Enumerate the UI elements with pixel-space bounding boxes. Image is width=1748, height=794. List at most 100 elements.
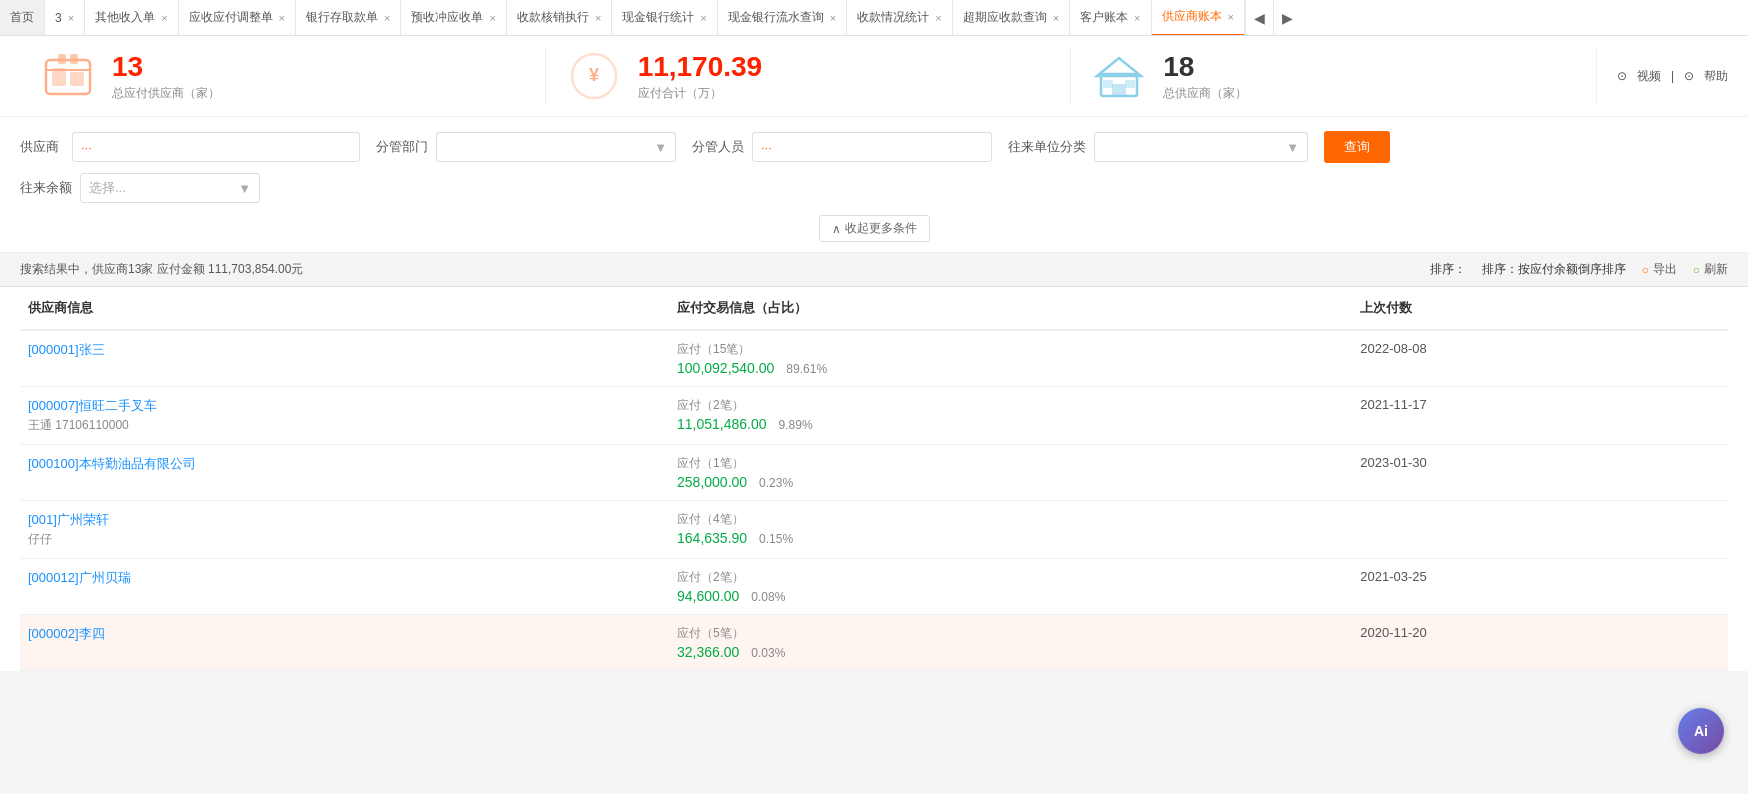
sort-value[interactable]: 排序：按应付余额倒序排序 (1482, 261, 1626, 278)
nav-prev-arrow[interactable]: ◀ (1245, 0, 1273, 36)
nav-tab-colstat-close[interactable]: × (935, 12, 941, 24)
nav-tab-bank[interactable]: 银行存取款单 × (296, 0, 401, 36)
help-link[interactable]: 帮助 (1704, 68, 1728, 85)
export-button[interactable]: ○ 导出 (1642, 261, 1677, 278)
svg-rect-4 (58, 54, 66, 64)
result-summary-text: 搜索结果中，供应商13家 应付金额 111,703,854.00元 (20, 261, 303, 278)
summary-text-total: 18 总供应商（家） (1163, 50, 1247, 103)
nav-tab-supplier-label: 供应商账本 (1162, 8, 1222, 25)
tx-amount-5[interactable]: 32,366.00 (677, 644, 739, 660)
nav-tab-overdue[interactable]: 超期应收款查询 × (953, 0, 1070, 36)
nav-tab-prepay[interactable]: 预收冲应收单 × (401, 0, 506, 36)
nav-tab-home[interactable]: 首页 (0, 0, 45, 36)
nav-tab-cashstat[interactable]: 现金银行统计 × (612, 0, 717, 36)
nav-tab-bank-close[interactable]: × (384, 12, 390, 24)
supplier-cell-0: [000001]张三 (20, 330, 669, 387)
table-header: 供应商信息 应付交易信息（占比） 上次付数 (20, 287, 1728, 330)
search-button[interactable]: 查询 (1324, 131, 1390, 163)
total-payable-amount-num: 11,170.39 (638, 50, 763, 84)
video-link[interactable]: 视频 (1637, 68, 1661, 85)
svg-text:¥: ¥ (589, 65, 599, 85)
nav-tab-customer[interactable]: 客户账本 × (1070, 0, 1151, 36)
person-input[interactable]: ··· (752, 132, 992, 162)
category-label: 往来单位分类 (1008, 138, 1086, 156)
nav-tab-supplier-close[interactable]: × (1228, 11, 1234, 23)
filter-area: 供应商 ··· 分管部门 ▼ 分管人员 ··· 往来单位分类 ▼ (0, 117, 1748, 253)
refresh-button[interactable]: ○ 刷新 (1693, 261, 1728, 278)
nav-tab-cashflow[interactable]: 现金银行流水查询 × (718, 0, 847, 36)
top-right-links: ⊙ 视频 | ⊙ 帮助 (1597, 68, 1728, 85)
balance-select[interactable]: 选择... ▼ (80, 173, 260, 203)
tx-label-5: 应付（5笔） (677, 625, 1344, 642)
supplier-link-3[interactable]: [001]广州荣轩 (28, 512, 109, 527)
top-navigation: 首页 3 × 其他收入单 × 应收应付调整单 × 银行存取款单 × 预收冲应收单… (0, 0, 1748, 36)
nav-tab-cashstat-close[interactable]: × (700, 12, 706, 24)
nav-tab-adjust-label: 应收应付调整单 (189, 9, 273, 26)
nav-tab-3-close[interactable]: × (68, 12, 74, 24)
nav-tab-3-label: 3 (55, 11, 62, 25)
filter-row-1: 供应商 ··· 分管部门 ▼ 分管人员 ··· 往来单位分类 ▼ (20, 131, 1728, 163)
nav-tab-home-label: 首页 (10, 9, 34, 26)
supplier-cell-4: [000012]广州贝瑞 (20, 559, 669, 615)
collapse-button[interactable]: ∧ 收起更多条件 (819, 215, 930, 242)
filter-balance: 往来余额 选择... ▼ (20, 173, 260, 203)
nav-tab-colstat-label: 收款情况统计 (857, 9, 929, 26)
nav-tab-collection[interactable]: 收款核销执行 × (507, 0, 612, 36)
table-body: [000001]张三 应付（15笔）100,092,540.0089.61% 202… (20, 330, 1728, 671)
total-suppliers-num: 18 (1163, 50, 1247, 84)
tx-pct-5: 0.03% (751, 646, 785, 660)
filter-category: 往来单位分类 ▼ (1008, 132, 1308, 162)
table-row: [000001]张三应付（15笔）100,092,540.0089.61%202… (20, 330, 1728, 387)
nav-tab-adjust-close[interactable]: × (279, 12, 285, 24)
nav-tab-prepay-close[interactable]: × (489, 12, 495, 24)
collapse-up-icon: ∧ (832, 222, 841, 236)
nav-tab-overdue-close[interactable]: × (1053, 12, 1059, 24)
supplier-link-1[interactable]: [000007]恒旺二手叉车 (28, 398, 157, 413)
supplier-link-0[interactable]: [000001]张三 (28, 342, 105, 357)
tx-cell-5: 应付（5笔） 32,366.00 0.03% (669, 615, 1352, 671)
tx-cell-2: 应付（1笔）258,000.000.23% (669, 445, 1352, 501)
nav-tab-3[interactable]: 3 × (45, 0, 85, 36)
nav-next-arrow[interactable]: ▶ (1273, 0, 1301, 36)
dept-select[interactable]: ▼ (436, 132, 676, 162)
tx-amount-1[interactable]: 11,051,486.00 (677, 416, 767, 432)
supplier-input[interactable]: ··· (72, 132, 360, 162)
lastdate-cell-5: 2020-11-20 (1352, 615, 1728, 671)
nav-tab-income-close[interactable]: × (161, 12, 167, 24)
filter-row-2: 往来余额 选择... ▼ (20, 173, 1728, 203)
table-row: [000002]李四 应付（5笔） 32,366.00 0.03% 2020-11-20 (20, 615, 1728, 671)
summary-bar: 13 总应付供应商（家） ¥ 11,170.39 应付合计（万） (0, 36, 1748, 117)
tx-amount-2[interactable]: 258,000.00 (677, 474, 747, 490)
supplier-link-5[interactable]: [000002]李四 (28, 626, 105, 641)
result-bar: 搜索结果中，供应商13家 应付金额 111,703,854.00元 排序： 排序… (0, 253, 1748, 287)
tx-amount-0[interactable]: 100,092,540.00 (677, 360, 774, 376)
supplier-icon (40, 48, 96, 104)
tx-pct-2: 0.23% (759, 476, 793, 490)
lastdate-value-2: 2023-01-30 (1360, 455, 1427, 470)
tx-cell-0: 应付（15笔）100,092,540.0089.61% (669, 330, 1352, 387)
supplier-link-4[interactable]: [000012]广州贝瑞 (28, 570, 131, 585)
category-arrow-icon: ▼ (1286, 140, 1299, 155)
total-payable-amount-label: 应付合计（万） (638, 85, 763, 102)
supplier-cell-3: [001]广州荣轩仔仔 (20, 501, 669, 559)
tx-amount-4[interactable]: 94,600.00 (677, 588, 739, 604)
nav-tab-customer-label: 客户账本 (1080, 9, 1128, 26)
tx-amount-3[interactable]: 164,635.90 (677, 530, 747, 546)
person-label: 分管人员 (692, 138, 744, 156)
lastdate-value-5: 2020-11-20 (1360, 625, 1427, 640)
nav-tab-adjust[interactable]: 应收应付调整单 × (179, 0, 296, 36)
svg-rect-12 (1125, 80, 1135, 88)
result-right-actions: 排序： 排序：按应付余额倒序排序 ○ 导出 ○ 刷新 (1430, 261, 1729, 278)
nav-tab-collection-close[interactable]: × (595, 12, 601, 24)
supplier-link-2[interactable]: [000100]本特勤油品有限公司 (28, 456, 196, 471)
nav-tab-cashflow-close[interactable]: × (830, 12, 836, 24)
nav-tab-customer-close[interactable]: × (1134, 12, 1140, 24)
nav-tab-colstat[interactable]: 收款情况统计 × (847, 0, 952, 36)
nav-tab-income[interactable]: 其他收入单 × (85, 0, 178, 36)
total-payable-suppliers-num: 13 (112, 50, 220, 84)
nav-tab-supplier[interactable]: 供应商账本 × (1152, 0, 1245, 36)
person-input-dots: ··· (761, 140, 772, 155)
category-select[interactable]: ▼ (1094, 132, 1308, 162)
help-icon: ⊙ (1684, 69, 1694, 83)
summary-card-suppliers: 13 总应付供应商（家） (20, 48, 546, 104)
